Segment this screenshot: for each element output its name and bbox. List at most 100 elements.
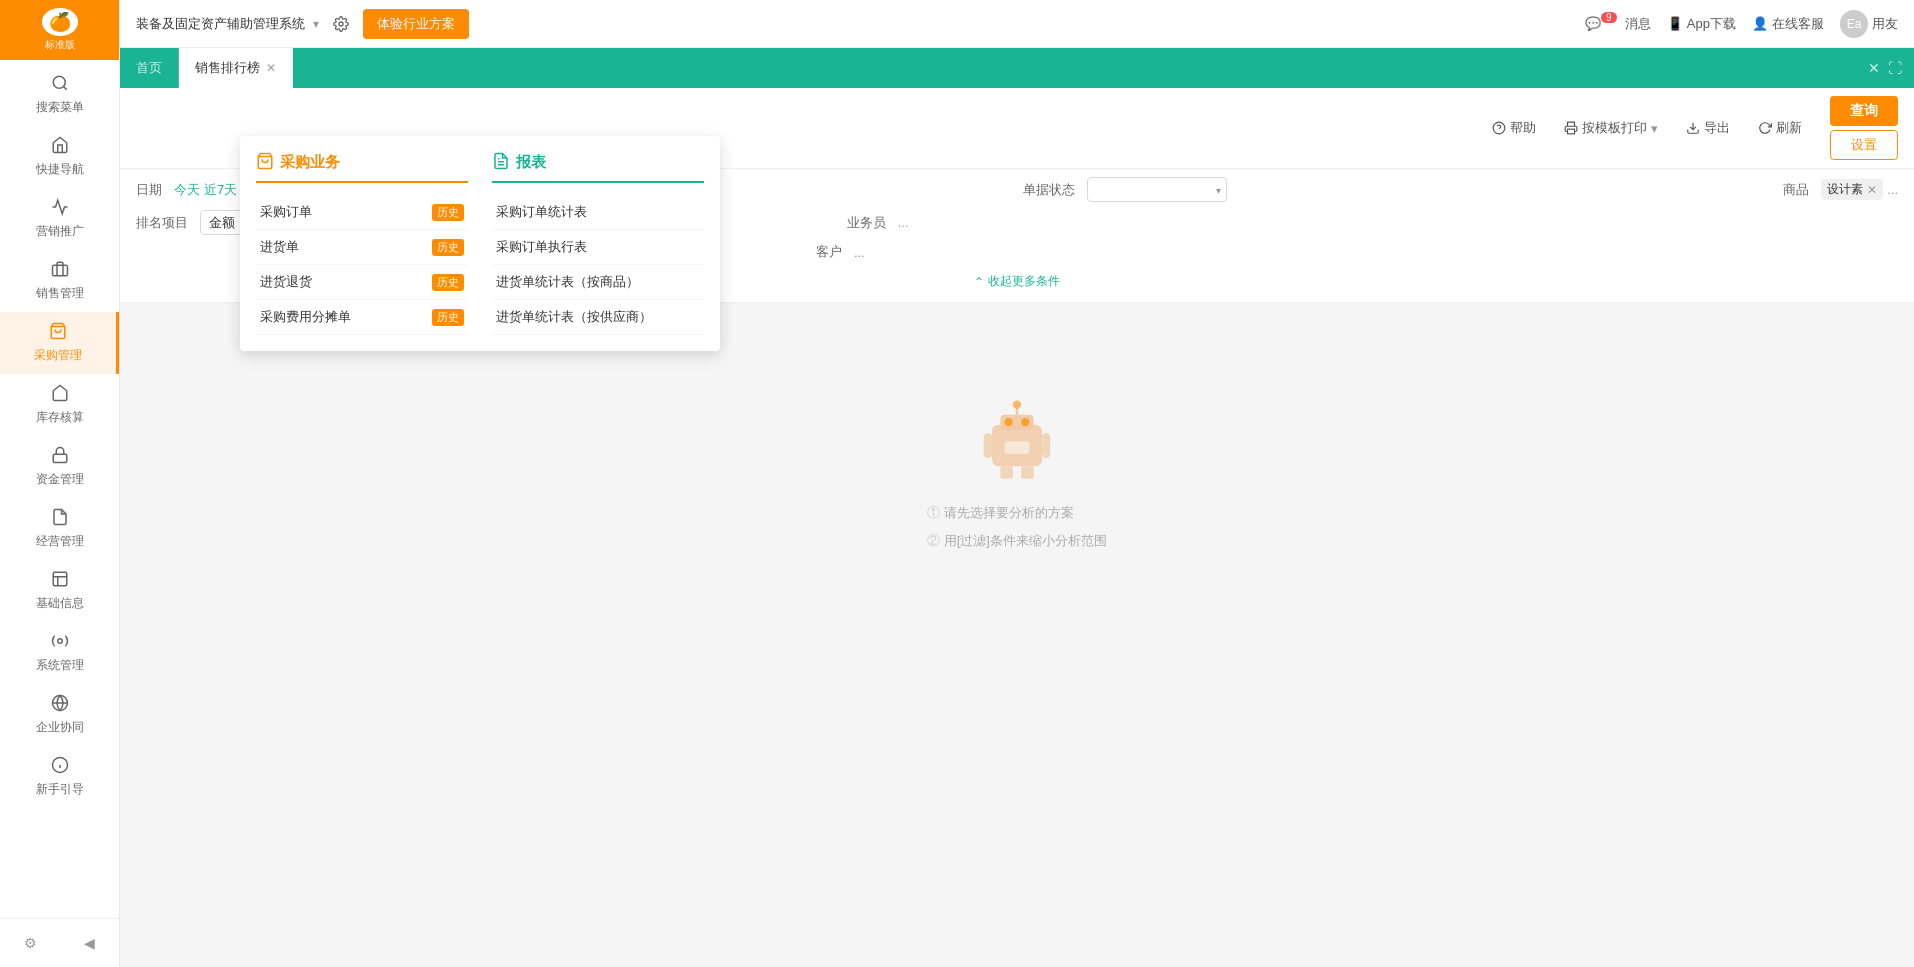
sidebar-item-guide[interactable]: 新手引导	[0, 746, 119, 808]
dropdown-item-receipt-stat-goods[interactable]: 进货单统计表（按商品）	[492, 265, 704, 300]
report-section-icon	[492, 152, 510, 173]
goods-tag-design: 设计素 ✕	[1821, 179, 1883, 200]
sidebar-item-operations[interactable]: 经营管理	[0, 498, 119, 560]
tab-home[interactable]: 首页	[120, 48, 179, 88]
purchase-section-icon	[256, 152, 274, 173]
svg-point-18	[1021, 418, 1029, 426]
inventory-icon	[51, 384, 69, 406]
svg-rect-22	[1021, 466, 1033, 479]
messages-label: 消息	[1625, 15, 1651, 33]
online-service-label: 在线客服	[1772, 15, 1824, 33]
dropdown-item-purchase-order[interactable]: 采购订单 历史	[256, 195, 468, 230]
purchase-order-exec-label: 采购订单执行表	[496, 238, 587, 256]
sidebar-item-marketing[interactable]: 营销推广	[0, 188, 119, 250]
user-label: 用友	[1872, 15, 1898, 33]
sidebar-settings-btn[interactable]: ⚙	[16, 931, 45, 955]
svg-point-7	[57, 639, 62, 644]
tab-sales-rank[interactable]: 销售排行榜 ✕	[179, 48, 293, 88]
sidebar-item-label: 新手引导	[36, 781, 84, 798]
export-btn[interactable]: 导出	[1678, 115, 1738, 141]
sidebar-collapse-btn[interactable]: ◀	[76, 931, 103, 955]
goods-dots-btn[interactable]: ...	[1887, 182, 1898, 197]
print-btn[interactable]: 按模板打印 ▾	[1556, 115, 1666, 141]
sidebar-item-purchase[interactable]: 采购管理	[0, 312, 119, 374]
settings-btn[interactable]: 设置	[1830, 130, 1898, 160]
sidebar-item-label: 采购管理	[34, 347, 82, 364]
date-7days[interactable]: 近7天	[204, 181, 237, 199]
svg-rect-20	[1042, 433, 1050, 458]
salesperson-dots-btn[interactable]: ...	[898, 215, 909, 230]
sidebar-item-label: 经营管理	[36, 533, 84, 550]
tab-minimize-icon[interactable]: ✕	[1868, 60, 1880, 76]
online-service-btn[interactable]: 👤 在线客服	[1752, 15, 1824, 33]
app-download-btn[interactable]: 📱 App下载	[1667, 15, 1736, 33]
dropdown-item-goods-return[interactable]: 进货退货 历史	[256, 265, 468, 300]
refresh-btn[interactable]: 刷新	[1750, 115, 1810, 141]
print-dropdown-arrow[interactable]: ▾	[1651, 121, 1658, 136]
tab-maximize-icon[interactable]: ⛶	[1888, 60, 1902, 76]
customer-label: 客户	[816, 243, 842, 261]
tab-close-icon[interactable]: ✕	[266, 61, 276, 75]
receipt-stat-goods-label: 进货单统计表（按商品）	[496, 273, 639, 291]
order-status-select-wrapper: ▾	[1087, 177, 1227, 202]
messages-icon: 💬	[1585, 16, 1601, 31]
sidebar: 🍊 标准版 搜索菜单 快捷导航 营销推广 销售管理	[0, 0, 120, 967]
topbar-dropdown-arrow[interactable]: ▾	[313, 17, 319, 31]
dropdown-item-purchase-expense[interactable]: 采购费用分摊单 历史	[256, 300, 468, 335]
order-status-select[interactable]	[1087, 177, 1227, 202]
sidebar-item-system[interactable]: 系统管理	[0, 622, 119, 684]
sidebar-item-inventory[interactable]: 库存核算	[0, 374, 119, 436]
basic-info-icon	[51, 570, 69, 592]
svg-rect-23	[1005, 441, 1030, 454]
topbar-settings-btn[interactable]	[327, 10, 355, 38]
dropdown-item-purchase-order-stat[interactable]: 采购订单统计表	[492, 195, 704, 230]
svg-point-11	[339, 22, 343, 26]
sidebar-item-basic-info[interactable]: 基础信息	[0, 560, 119, 622]
content-area: 帮助 按模板打印 ▾ 导出 刷新 查询 设置 日	[120, 88, 1914, 967]
sidebar-item-sales[interactable]: 销售管理	[0, 250, 119, 312]
svg-rect-1	[52, 265, 67, 276]
sidebar-item-label: 营销推广	[36, 223, 84, 240]
sidebar-item-search[interactable]: 搜索菜单	[0, 64, 119, 126]
dropdown-purchase-title-text: 采购业务	[280, 153, 340, 172]
help-btn[interactable]: 帮助	[1484, 115, 1544, 141]
search-icon	[51, 74, 69, 96]
messages-btn[interactable]: 💬 9 消息	[1585, 15, 1651, 33]
topbar-right: 💬 9 消息 📱 App下载 👤 在线客服 Ea 用友	[1585, 10, 1898, 38]
dropdown-item-purchase-order-exec[interactable]: 采购订单执行表	[492, 230, 704, 265]
phone-icon: 📱	[1667, 16, 1683, 31]
empty-illustration	[967, 383, 1067, 483]
date-today[interactable]: 今天	[174, 181, 200, 199]
sidebar-item-label: 销售管理	[36, 285, 84, 302]
dropdown-report-title-text: 报表	[516, 153, 546, 172]
operations-icon	[51, 508, 69, 530]
order-status-label: 单据状态	[1023, 181, 1075, 199]
rank-item-label: 排名项目	[136, 214, 188, 232]
purchase-expense-label: 采购费用分摊单	[260, 308, 351, 326]
messages-badge: 9	[1601, 12, 1617, 23]
refresh-label: 刷新	[1776, 119, 1802, 137]
topbar: 装备及固定资产辅助管理系统 ▾ 体验行业方案 💬 9 消息 📱 App下载 👤 …	[120, 0, 1914, 48]
sidebar-item-quick-nav[interactable]: 快捷导航	[0, 126, 119, 188]
sales-icon	[51, 260, 69, 282]
svg-rect-21	[1000, 466, 1013, 479]
marketing-icon	[51, 198, 69, 220]
empty-tips: 请先选择要分析的方案 用[过滤]条件来缩小分析范围	[927, 499, 1107, 555]
purchase-dropdown-menu: 采购业务 采购订单 历史 进货单 历史 进货退货 历史 采购费用分摊单 历史	[240, 136, 720, 351]
service-icon: 👤	[1752, 16, 1768, 31]
sidebar-item-finance[interactable]: 资金管理	[0, 436, 119, 498]
customer-dots-btn[interactable]: ...	[854, 245, 865, 260]
finance-icon	[51, 446, 69, 468]
user-avatar-btn[interactable]: Ea 用友	[1840, 10, 1898, 38]
empty-state: 请先选择要分析的方案 用[过滤]条件来缩小分析范围	[120, 303, 1914, 635]
dropdown-item-receipt-stat-supplier[interactable]: 进货单统计表（按供应商）	[492, 300, 704, 335]
query-btn[interactable]: 查询	[1830, 96, 1898, 126]
main-area: 装备及固定资产辅助管理系统 ▾ 体验行业方案 💬 9 消息 📱 App下载 👤 …	[120, 0, 1914, 967]
dropdown-item-goods-receipt[interactable]: 进货单 历史	[256, 230, 468, 265]
sidebar-item-label: 库存核算	[36, 409, 84, 426]
industry-btn[interactable]: 体验行业方案	[363, 9, 469, 39]
collapse-up-icon: ⌃	[974, 275, 984, 289]
tab-home-label: 首页	[136, 59, 162, 77]
sidebar-item-enterprise[interactable]: 企业协同	[0, 684, 119, 746]
goods-tag-close-icon[interactable]: ✕	[1867, 183, 1877, 197]
